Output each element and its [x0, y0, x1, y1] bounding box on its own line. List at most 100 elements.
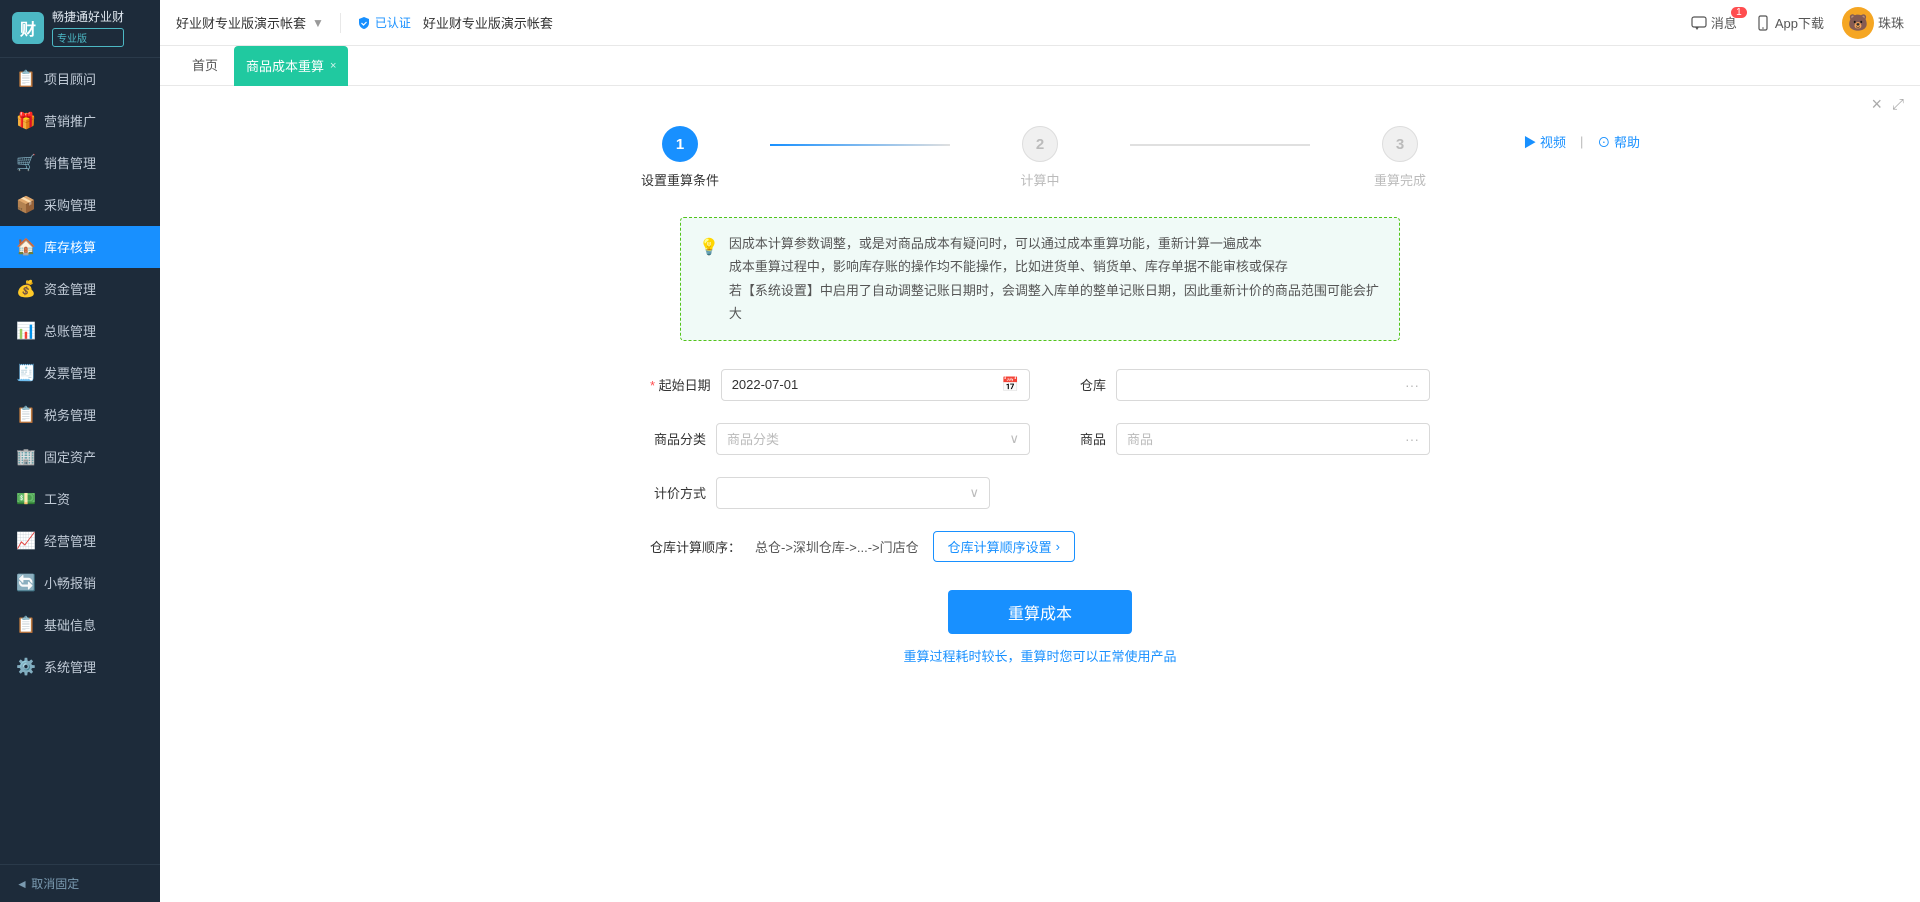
step2-circle: 2: [1022, 126, 1058, 162]
verified-label: 已认证: [375, 14, 411, 31]
operation-icon: 📈: [16, 531, 34, 551]
sidebar-item-salary[interactable]: 💵 工资: [0, 478, 160, 520]
warehouse-order-row: 仓库计算顺序： 总仓->深圳仓库->...->门店仓 仓库计算顺序设置 ›: [650, 531, 1430, 562]
step3-label: 重算完成: [1374, 170, 1426, 189]
sidebar-item-finance[interactable]: 💰 资金管理: [0, 268, 160, 310]
pricing-label: 计价方式: [650, 483, 706, 502]
recalculate-btn[interactable]: 重算成本: [948, 590, 1132, 634]
sidebar-item-purchase[interactable]: 📦 采购管理: [0, 184, 160, 226]
start-date-input[interactable]: 2022-07-01 📅: [721, 369, 1030, 401]
expand-icon[interactable]: ⤢: [1892, 96, 1904, 113]
sidebar-item-sales[interactable]: 🛒 销售管理: [0, 142, 160, 184]
steps-container: 1 设置重算条件 2 计算中 3 重算完成: [590, 126, 1490, 189]
hint-text: 重算过程耗时较长，重算时您可以正常使用产品: [650, 646, 1430, 665]
pricing-select[interactable]: ∨: [716, 477, 990, 509]
sidebar-item-assets[interactable]: 🏢 固定资产: [0, 436, 160, 478]
sidebar-unpin[interactable]: ◄ 取消固定: [0, 864, 160, 902]
sidebar-item-marketing[interactable]: 🎁 营销推广: [0, 100, 160, 142]
step1-label: 设置重算条件: [641, 170, 719, 189]
help-link[interactable]: ⊙ 帮助: [1597, 132, 1640, 151]
step1-circle: 1: [662, 126, 698, 162]
sidebar-item-label: 税务管理: [44, 405, 96, 424]
warehouse-more-icon[interactable]: ···: [1405, 377, 1419, 393]
user-avatar[interactable]: 🐻 珠珠: [1842, 7, 1904, 39]
sidebar-item-operation[interactable]: 📈 经营管理: [0, 520, 160, 562]
category-placeholder: 商品分类: [727, 429, 779, 448]
product-input[interactable]: 商品 ···: [1116, 423, 1430, 455]
pricing-dropdown-icon: ∨: [969, 485, 979, 501]
sidebar-item-inventory[interactable]: 🏠 库存核算: [0, 226, 160, 268]
chevron-right-icon: ›: [1056, 539, 1060, 554]
tabs-bar: 首页 商品成本重算 ×: [160, 46, 1920, 86]
warehouse-order-value: 总仓->深圳仓库->...->门店仓: [755, 537, 919, 556]
sidebar-item-label: 采购管理: [44, 195, 96, 214]
sidebar-item-basic[interactable]: 📋 基础信息: [0, 604, 160, 646]
logo-icon: 财: [12, 12, 44, 44]
edition-badge: 专业版: [52, 28, 124, 47]
marketing-icon: 🎁: [16, 111, 34, 131]
basic-icon: 📋: [16, 615, 34, 635]
sidebar-unpin-label: ◄ 取消固定: [16, 875, 79, 892]
messages-btn[interactable]: 消息 1: [1691, 13, 1737, 32]
warehouse-field: 仓库 ···: [1050, 369, 1430, 401]
sidebar-item-expense[interactable]: 🔄 小畅报销: [0, 562, 160, 604]
salary-icon: 💵: [16, 489, 34, 509]
product-label: 商品: [1050, 429, 1106, 448]
app-download-label: App下载: [1775, 13, 1824, 32]
tab-recalculate-label: 商品成本重算: [246, 56, 324, 75]
topbar-account: 好业财专业版演示帐套 ▼: [176, 13, 324, 32]
close-icon[interactable]: ×: [1871, 94, 1882, 115]
tab-close-icon[interactable]: ×: [330, 60, 336, 72]
sidebar-item-label: 销售管理: [44, 153, 96, 172]
sidebar-menu: 📋 项目顾问 🎁 营销推广 🛒 销售管理 📦 采购管理 🏠 库存核算 💰 资金管…: [0, 58, 160, 864]
warehouse-input[interactable]: ···: [1116, 369, 1430, 401]
topbar: 好业财专业版演示帐套 ▼ 已认证 好业财专业版演示帐套 消息 1 App下载 🐻…: [160, 0, 1920, 46]
info-text: 因成本计算参数调整，或是对商品成本有疑问时，可以通过成本重算功能，重新计算一遍成…: [729, 232, 1381, 326]
tab-home[interactable]: 首页: [176, 46, 234, 86]
sidebar-item-label: 发票管理: [44, 363, 96, 382]
tab-recalculate[interactable]: 商品成本重算 ×: [234, 46, 348, 86]
account-dropdown-icon[interactable]: ▼: [312, 16, 324, 30]
warehouse-order-btn[interactable]: 仓库计算顺序设置 ›: [933, 531, 1075, 562]
message-badge: 1: [1731, 7, 1747, 18]
video-link[interactable]: ▶ 视频: [1523, 132, 1566, 151]
step-3: 3 重算完成: [1310, 126, 1490, 189]
sidebar-item-invoice[interactable]: 🧾 发票管理: [0, 352, 160, 394]
steps-actions: ▶ 视频 | ⊙ 帮助: [1523, 132, 1640, 151]
sidebar-item-system[interactable]: ⚙️ 系统管理: [0, 646, 160, 688]
phone-icon: [1755, 15, 1771, 31]
product-placeholder: 商品: [1127, 429, 1153, 448]
topbar-divider: [340, 13, 341, 33]
sidebar-item-tax[interactable]: 📋 税务管理: [0, 394, 160, 436]
start-date-label: 起始日期: [650, 375, 711, 394]
message-icon: [1691, 15, 1707, 31]
account-name: 好业财专业版演示帐套: [176, 13, 306, 32]
calendar-icon[interactable]: 📅: [1002, 376, 1019, 393]
sidebar-item-label: 系统管理: [44, 657, 96, 676]
sidebar-item-project[interactable]: 📋 项目顾问: [0, 58, 160, 100]
app-download-btn[interactable]: App下载: [1755, 13, 1824, 32]
sidebar-logo: 财 畅捷通好业财 专业版: [0, 0, 160, 58]
product-field: 商品 商品 ···: [1050, 423, 1430, 455]
step2-label: 计算中: [1020, 170, 1059, 189]
form-row-3: 计价方式 ∨: [650, 477, 1430, 509]
product-more-icon[interactable]: ···: [1405, 431, 1419, 447]
form-row-1: 起始日期 2022-07-01 📅 仓库 ···: [650, 369, 1430, 401]
category-dropdown-icon: ∨: [1009, 431, 1019, 447]
category-select[interactable]: 商品分类 ∨: [716, 423, 1030, 455]
pricing-field: 计价方式 ∨: [650, 477, 990, 509]
sidebar-item-label: 小畅报销: [44, 573, 96, 592]
category-field: 商品分类 商品分类 ∨: [650, 423, 1030, 455]
category-label: 商品分类: [650, 429, 706, 448]
sidebar-item-label: 经营管理: [44, 531, 96, 550]
start-date-value: 2022-07-01: [732, 377, 799, 392]
sidebar-item-accounting[interactable]: 📊 总账管理: [0, 310, 160, 352]
sidebar-item-label: 工资: [44, 489, 70, 508]
logo-text: 畅捷通好业财: [52, 10, 124, 26]
avatar-icon: 🐻: [1842, 7, 1874, 39]
step-line-2: [1130, 144, 1310, 146]
sales-icon: 🛒: [16, 153, 34, 173]
purchase-icon: 📦: [16, 195, 34, 215]
tab-home-label: 首页: [192, 55, 218, 74]
system-icon: ⚙️: [16, 657, 34, 677]
